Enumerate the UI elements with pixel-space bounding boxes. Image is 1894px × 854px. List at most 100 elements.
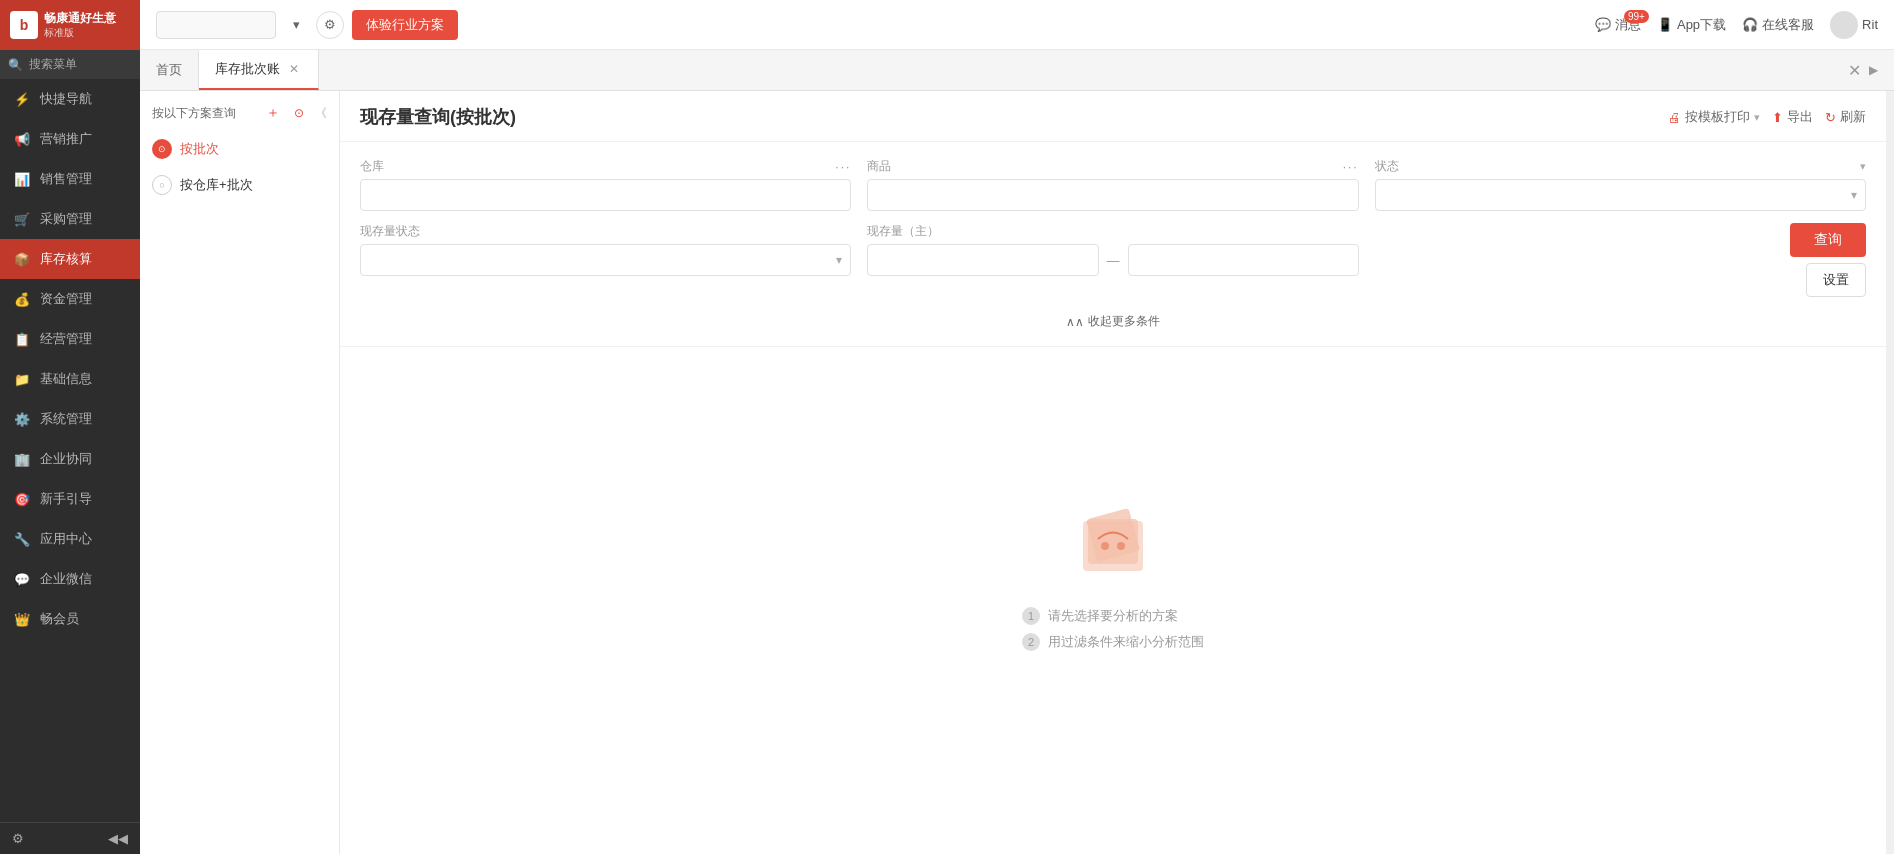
sidebar-item-label: 畅会员 <box>40 610 79 628</box>
scheme-by-warehouse-batch[interactable]: ○ 按仓库+批次 <box>140 167 339 203</box>
sidebar-item-label: 企业协同 <box>40 450 92 468</box>
sidebar-item-apps[interactable]: 🔧 应用中心 <box>0 519 140 559</box>
topbar: ▾ ⚙ 体验行业方案 💬 消息 99+ 📱 App下载 🎧 在线客服 Rit <box>140 0 1894 50</box>
app-download-label: App下载 <box>1677 16 1726 34</box>
sales-icon: 📊 <box>12 169 32 189</box>
print-icon: 🖨 <box>1668 110 1681 125</box>
tab-close-btn[interactable]: ✕ <box>286 61 302 77</box>
experience-btn[interactable]: 体验行业方案 <box>352 10 458 40</box>
sidebar-item-finance[interactable]: 💰 资金管理 <box>0 279 140 319</box>
filter-buttons-area: 查询 设置 <box>1375 223 1866 297</box>
settings-footer-icon[interactable]: ⚙ <box>12 831 24 846</box>
sidebar-item-guide[interactable]: 🎯 新手引导 <box>0 479 140 519</box>
tab-home[interactable]: 首页 <box>140 51 199 89</box>
sidebar-item-label: 库存核算 <box>40 250 92 268</box>
status-dropdown-arrow[interactable]: ▾ <box>1860 160 1866 173</box>
main-area: ▾ ⚙ 体验行业方案 💬 消息 99+ 📱 App下载 🎧 在线客服 Rit <box>140 0 1894 854</box>
tab-inventory-batch[interactable]: 库存批次账 ✕ <box>199 50 319 90</box>
online-service-label: 在线客服 <box>1762 16 1814 34</box>
export-icon: ⬆ <box>1772 110 1783 125</box>
collapse-sidebar-btn[interactable]: ◀◀ <box>108 831 128 846</box>
warehouse-label: 仓库 <box>360 158 384 175</box>
system-icon: ⚙️ <box>12 409 32 429</box>
sidebar-item-enterprise[interactable]: 🏢 企业协同 <box>0 439 140 479</box>
right-scrollbar[interactable] <box>1886 91 1894 854</box>
sidebar-item-label: 快捷导航 <box>40 90 92 108</box>
app-edition: 标准版 <box>44 26 116 39</box>
sidebar-item-system[interactable]: ⚙️ 系统管理 <box>0 399 140 439</box>
print-btn[interactable]: 🖨 按模板打印 ▾ <box>1668 108 1760 126</box>
app-download-btn[interactable]: 📱 App下载 <box>1657 16 1726 34</box>
sidebar-item-quick-nav[interactable]: ⚡ 快捷导航 <box>0 79 140 119</box>
content-area: 按以下方案查询 ＋ ⊙ 《 ⊙ 按批次 ○ 按仓库+批次 <box>140 91 1894 854</box>
scheme-warehouse-label: 按仓库+批次 <box>180 176 253 194</box>
username: Rit <box>1862 17 1878 32</box>
sidebar-item-sales[interactable]: 📊 销售管理 <box>0 159 140 199</box>
sidebar-item-wechat[interactable]: 💬 企业微信 <box>0 559 140 599</box>
collapse-left-panel-btn[interactable]: 《 <box>315 105 327 122</box>
tab-inventory-batch-label: 库存批次账 <box>215 60 280 78</box>
sidebar-item-label: 营销推广 <box>40 130 92 148</box>
print-dropdown-arrow[interactable]: ▾ <box>1754 111 1760 124</box>
scheme-settings-btn[interactable]: ⊙ <box>289 103 309 123</box>
app-name: 畅康通好生意 <box>44 11 116 27</box>
sidebar-search[interactable]: 🔍 搜索菜单 <box>0 50 140 79</box>
warehouse-input[interactable] <box>360 179 851 211</box>
sidebar-header: b 畅康通好生意 标准版 <box>0 0 140 50</box>
refresh-label: 刷新 <box>1840 108 1866 126</box>
left-panel: 按以下方案查询 ＋ ⊙ 《 ⊙ 按批次 ○ 按仓库+批次 <box>140 91 340 854</box>
messages-btn[interactable]: 💬 消息 99+ <box>1595 16 1641 34</box>
empty-tips: 1 请先选择要分析的方案 2 用过滤条件来缩小分析范围 <box>1022 607 1204 651</box>
tip-text-1: 请先选择要分析的方案 <box>1048 607 1178 625</box>
status-select[interactable]: ▾ <box>1375 179 1866 211</box>
inv-status-select[interactable]: ▾ <box>360 244 851 276</box>
inv-qty-from[interactable] <box>867 244 1098 276</box>
search-label: 搜索菜单 <box>29 56 77 73</box>
more-tabs-btn[interactable]: ▶ <box>1869 63 1878 77</box>
inventory-icon: 📦 <box>12 249 32 269</box>
filter-product-col: 商品 ··· <box>867 158 1358 211</box>
close-all-btn[interactable]: ✕ <box>1848 61 1861 80</box>
page-title: 现存量查询(按批次) <box>360 105 516 129</box>
export-btn[interactable]: ⬆ 导出 <box>1772 108 1813 126</box>
topbar-dropdown-btn[interactable]: ▾ <box>284 13 308 37</box>
settings-button[interactable]: 设置 <box>1806 263 1866 297</box>
sidebar-item-marketing[interactable]: 📢 营销推广 <box>0 119 140 159</box>
empty-tip-1: 1 请先选择要分析的方案 <box>1022 607 1204 625</box>
headset-icon: 🎧 <box>1742 17 1758 32</box>
apps-icon: 🔧 <box>12 529 32 549</box>
search-top-input[interactable] <box>156 11 276 39</box>
filter-warehouse-label-row: 仓库 ··· <box>360 158 851 175</box>
sidebar-item-member[interactable]: 👑 畅会员 <box>0 599 140 639</box>
sidebar-item-operations[interactable]: 📋 经营管理 <box>0 319 140 359</box>
product-dots[interactable]: ··· <box>1343 160 1359 174</box>
product-input[interactable] <box>867 179 1358 211</box>
empty-illustration <box>1063 491 1163 591</box>
online-service-btn[interactable]: 🎧 在线客服 <box>1742 16 1814 34</box>
message-icon: 💬 <box>1595 17 1611 32</box>
refresh-btn[interactable]: ↻ 刷新 <box>1825 108 1866 126</box>
collapse-more-btn[interactable]: ∧∧ 收起更多条件 <box>360 309 1866 330</box>
sidebar-item-inventory[interactable]: 📦 库存核算 <box>0 239 140 279</box>
topbar-settings-btn[interactable]: ⚙ <box>316 11 344 39</box>
collapse-more-label: 收起更多条件 <box>1088 313 1160 330</box>
sidebar-nav: ⚡ 快捷导航 📢 营销推广 📊 销售管理 🛒 采购管理 📦 库存核算 💰 资金管… <box>0 79 140 822</box>
add-scheme-btn[interactable]: ＋ <box>263 103 283 123</box>
filter-inv-status-label-row: 现存量状态 <box>360 223 851 240</box>
warehouse-dots[interactable]: ··· <box>835 160 851 174</box>
chevron-up-icon: ∧∧ <box>1066 315 1084 329</box>
wechat-icon: 💬 <box>12 569 32 589</box>
svg-rect-2 <box>1088 519 1138 564</box>
sidebar-item-basic[interactable]: 📁 基础信息 <box>0 359 140 399</box>
query-button[interactable]: 查询 <box>1790 223 1866 257</box>
filter-inv-status-col: 现存量状态 ▾ <box>360 223 851 297</box>
scheme-warehouse-icon: ○ <box>152 175 172 195</box>
operations-icon: 📋 <box>12 329 32 349</box>
sidebar-item-purchase[interactable]: 🛒 采购管理 <box>0 199 140 239</box>
page-title-bar: 现存量查询(按批次) 🖨 按模板打印 ▾ ⬆ 导出 ↻ 刷新 <box>340 91 1886 142</box>
inv-qty-to[interactable] <box>1128 244 1359 276</box>
purchase-icon: 🛒 <box>12 209 32 229</box>
scheme-by-batch[interactable]: ⊙ 按批次 <box>140 131 339 167</box>
user-area[interactable]: Rit <box>1830 11 1878 39</box>
empty-tip-2: 2 用过滤条件来缩小分析范围 <box>1022 633 1204 651</box>
